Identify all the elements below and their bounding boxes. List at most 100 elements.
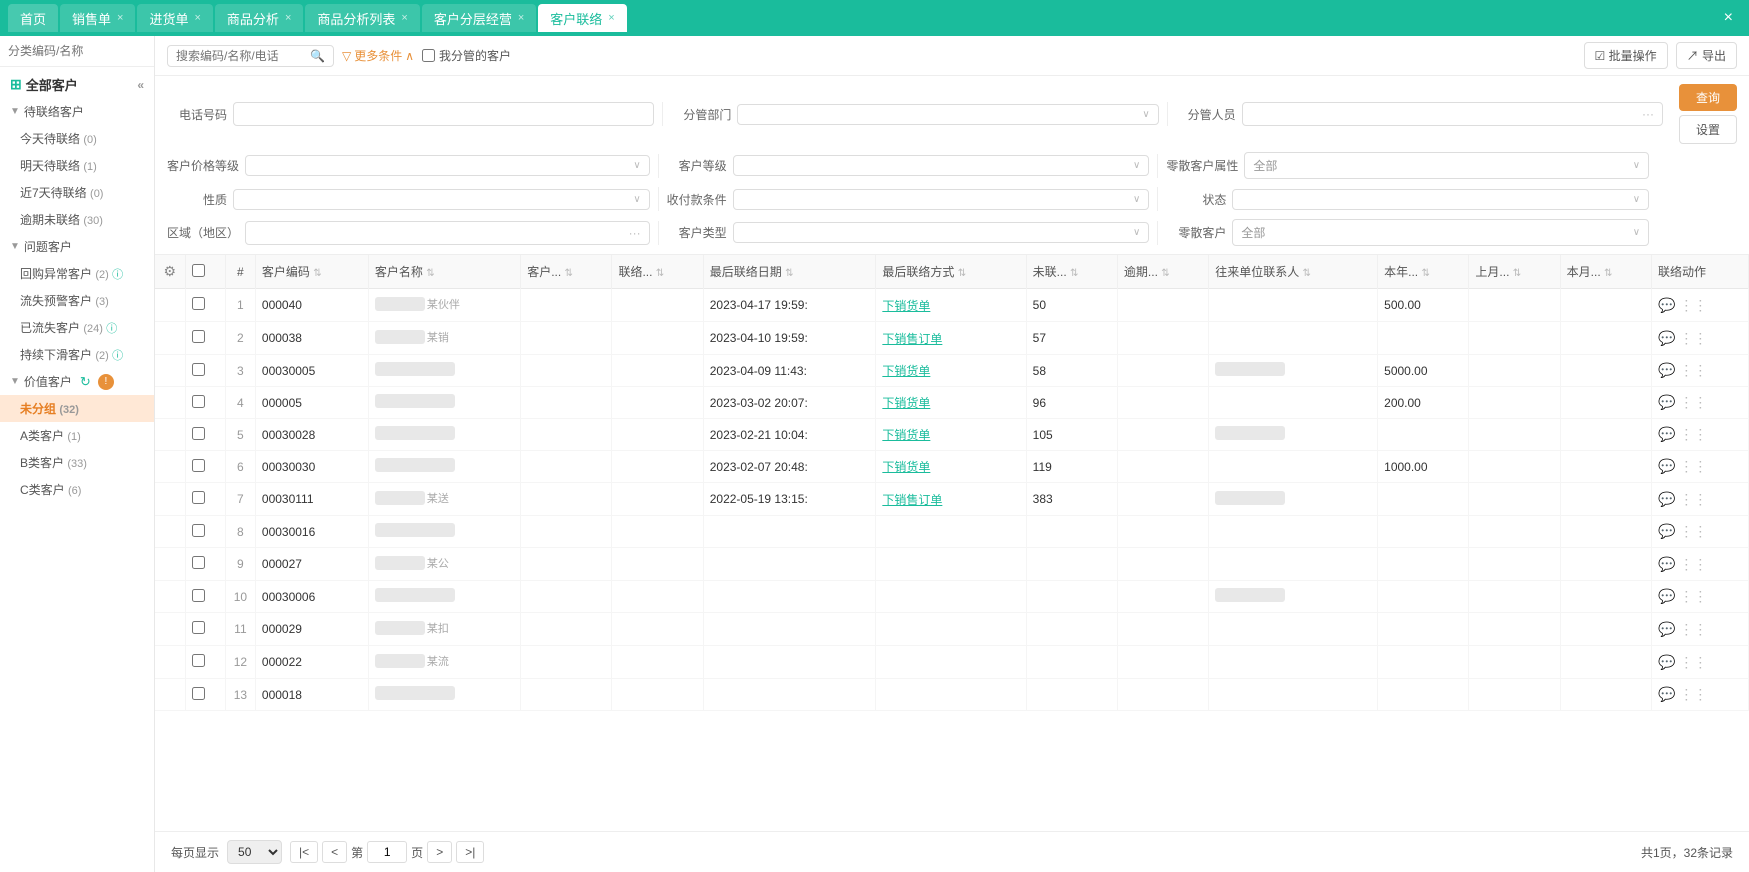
grid-action-icon[interactable]: ⋮⋮ [1679, 621, 1707, 638]
grid-action-icon[interactable]: ⋮⋮ [1679, 330, 1707, 347]
sidebar-item-declining[interactable]: 持续下滑客户 (2) ⓘ [0, 341, 154, 368]
row-checkbox[interactable] [192, 491, 205, 504]
tab-product-analysis-list-close[interactable]: × [401, 12, 407, 24]
tab-customer-contact-close[interactable]: × [608, 12, 614, 24]
sidebar-group-pending[interactable]: ▼ 待联络客户 [0, 98, 154, 125]
phone-action-icon[interactable]: 💬 [1658, 362, 1675, 379]
sidebar-all-customers[interactable]: ⊞ 全部客户 « [0, 67, 154, 98]
sidebar-search-input[interactable] [8, 44, 155, 58]
last-contact-method-cell[interactable]: 下销货单 [876, 419, 1026, 451]
row-checkbox[interactable] [192, 687, 205, 700]
checkbox-column-header[interactable] [185, 255, 225, 289]
row-checkbox[interactable] [192, 330, 205, 343]
page-input[interactable] [367, 841, 407, 863]
row-checkbox[interactable] [192, 459, 205, 472]
phone-action-icon[interactable]: 💬 [1658, 394, 1675, 411]
grid-action-icon[interactable]: ⋮⋮ [1679, 654, 1707, 671]
filter-select-cust-level[interactable]: ∨ [733, 155, 1150, 176]
settings-gear-icon[interactable]: ⚙ [163, 263, 176, 279]
last-contact-method-cell[interactable]: 下销售订单 [876, 322, 1026, 355]
filter-select-cust-type[interactable]: ∨ [733, 222, 1150, 243]
phone-action-icon[interactable]: 💬 [1658, 458, 1675, 475]
my-customers-filter[interactable]: 我分管的客户 [422, 47, 511, 64]
phone-action-icon[interactable]: 💬 [1658, 426, 1675, 443]
settings-column-header[interactable]: ⚙ [155, 255, 185, 289]
more-filters-button[interactable]: ▽ 更多条件 ∧ [342, 47, 414, 64]
page-size-select[interactable]: 50 100 200 [227, 840, 282, 864]
select-all-checkbox[interactable] [192, 264, 205, 277]
sidebar-item-week[interactable]: 近7天待联络 (0) [0, 179, 154, 206]
phone-action-icon[interactable]: 💬 [1658, 686, 1675, 703]
prev-page-button[interactable]: < [322, 841, 347, 863]
tab-sales-close[interactable]: × [117, 12, 123, 24]
row-checkbox[interactable] [192, 556, 205, 569]
last-page-button[interactable]: >| [456, 841, 484, 863]
row-checkbox[interactable] [192, 589, 205, 602]
phone-action-icon[interactable]: 💬 [1658, 654, 1675, 671]
reset-button[interactable]: 设置 [1679, 115, 1737, 144]
grid-action-icon[interactable]: ⋮⋮ [1679, 394, 1707, 411]
export-button[interactable]: ↗ 导出 [1676, 42, 1737, 69]
filter-select-scatter-attr[interactable]: 全部 ∨ [1244, 152, 1649, 179]
tab-customer-segment[interactable]: 客户分层经营 × [422, 4, 536, 32]
row-checkbox[interactable] [192, 363, 205, 376]
sidebar-item-churned[interactable]: 已流失客户 (24) ⓘ [0, 314, 154, 341]
phone-action-icon[interactable]: 💬 [1658, 297, 1675, 314]
grid-action-icon[interactable]: ⋮⋮ [1679, 362, 1707, 379]
row-checkbox[interactable] [192, 427, 205, 440]
sidebar-item-overdue[interactable]: 逾期未联络 (30) [0, 206, 154, 233]
grid-action-icon[interactable]: ⋮⋮ [1679, 686, 1707, 703]
phone-action-icon[interactable]: 💬 [1658, 330, 1675, 347]
last-contact-method-cell[interactable]: 下销货单 [876, 355, 1026, 387]
row-checkbox[interactable] [192, 654, 205, 667]
filter-select-payment[interactable]: ∨ [733, 189, 1150, 210]
tab-product-analysis[interactable]: 商品分析 × [215, 4, 303, 32]
sidebar-item-groupB[interactable]: B类客户 (33) [0, 449, 154, 476]
sidebar-group-problem[interactable]: ▼ 问题客户 [0, 233, 154, 260]
sidebar-group-value-refresh-icon[interactable]: ↻ [80, 374, 91, 390]
row-checkbox[interactable] [192, 524, 205, 537]
row-checkbox[interactable] [192, 395, 205, 408]
sidebar-item-ungroup[interactable]: 未分组 (32) [0, 395, 154, 422]
last-contact-method-cell[interactable]: 下销货单 [882, 299, 930, 313]
last-contact-method-cell[interactable]: 下销货单 [882, 364, 930, 378]
batch-op-button[interactable]: ☑ 批量操作 [1584, 42, 1668, 69]
sidebar-item-abnormal[interactable]: 回购异常客户 (2) ⓘ [0, 260, 154, 287]
row-checkbox[interactable] [192, 621, 205, 634]
tab-customer-segment-close[interactable]: × [518, 12, 524, 24]
last-contact-method-cell[interactable]: 下销货单 [876, 451, 1026, 483]
filter-select-scatter-cust[interactable]: 全部 ∨ [1232, 219, 1649, 246]
my-customers-checkbox[interactable] [422, 49, 435, 62]
last-contact-method-cell[interactable]: 下销售订单 [882, 493, 942, 507]
grid-action-icon[interactable]: ⋮⋮ [1679, 458, 1707, 475]
grid-action-icon[interactable]: ⋮⋮ [1679, 556, 1707, 573]
close-all-button[interactable]: × [1716, 5, 1741, 31]
last-contact-method-cell[interactable]: 下销售订单 [876, 483, 1026, 516]
filter-select-status[interactable]: ∨ [1232, 189, 1649, 210]
tab-home[interactable]: 首页 [8, 4, 58, 32]
filter-select-nature[interactable]: ∨ [233, 189, 650, 210]
last-contact-method-cell[interactable]: 下销货单 [882, 396, 930, 410]
grid-action-icon[interactable]: ⋮⋮ [1679, 523, 1707, 540]
sidebar-item-groupA[interactable]: A类客户 (1) [0, 422, 154, 449]
sidebar-item-today[interactable]: 今天待联络 (0) [0, 125, 154, 152]
tab-product-analysis-list[interactable]: 商品分析列表 × [305, 4, 419, 32]
tab-product-analysis-close[interactable]: × [285, 12, 291, 24]
filter-select-region[interactable]: ··· [245, 221, 650, 245]
tab-sales[interactable]: 销售单 × [60, 4, 135, 32]
sidebar-collapse-icon[interactable]: « [137, 78, 144, 92]
filter-select-dept[interactable]: ∨ [737, 104, 1158, 125]
grid-action-icon[interactable]: ⋮⋮ [1679, 491, 1707, 508]
sidebar-item-churn-risk[interactable]: 流失预警客户 (3) [0, 287, 154, 314]
filter-select-price-level[interactable]: ∨ [245, 155, 650, 176]
last-contact-method-cell[interactable]: 下销货单 [876, 289, 1026, 322]
last-contact-method-cell[interactable]: 下销货单 [876, 387, 1026, 419]
grid-action-icon[interactable]: ⋮⋮ [1679, 588, 1707, 605]
last-contact-method-cell[interactable]: 下销售订单 [882, 332, 942, 346]
search-icon[interactable]: 🔍 [310, 49, 325, 63]
row-checkbox[interactable] [192, 297, 205, 310]
phone-action-icon[interactable]: 💬 [1658, 491, 1675, 508]
grid-action-icon[interactable]: ⋮⋮ [1679, 297, 1707, 314]
query-button[interactable]: 查询 [1679, 84, 1737, 111]
sidebar-item-groupC[interactable]: C类客户 (6) [0, 476, 154, 503]
